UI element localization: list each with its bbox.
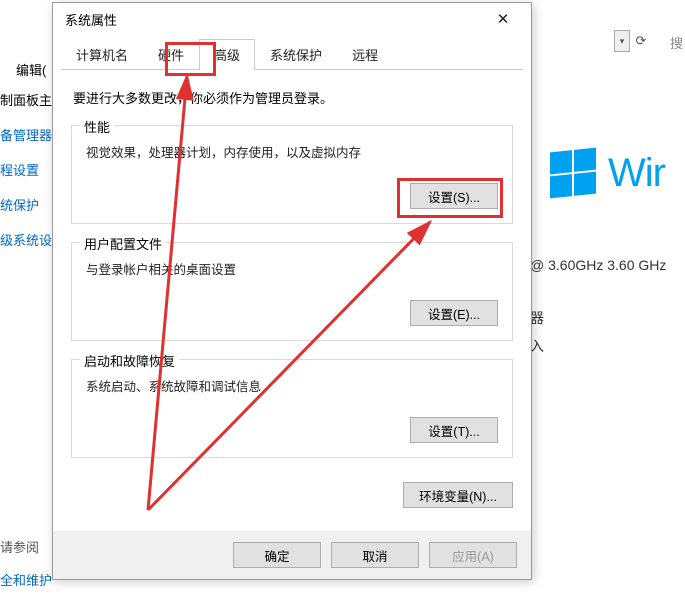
legend-performance: 性能	[80, 117, 114, 136]
sidebar-remote-settings[interactable]: 程设置	[0, 160, 55, 179]
windows-logo-text: Wir	[608, 151, 665, 196]
cpu-frequency: @ 3.60GHz 3.60 GHz	[530, 257, 666, 273]
dialog-titlebar: 系统属性 ✕	[53, 3, 531, 35]
sidebar-system-protection[interactable]: 统保护	[0, 195, 55, 214]
windows-logo: Wir	[550, 150, 665, 196]
desc-startup-recovery: 系统启动、系统故障和调试信息	[86, 376, 498, 395]
env-vars-row: 环境变量(N)...	[53, 482, 531, 516]
label-input: 入	[530, 336, 544, 356]
group-performance: 性能 视觉效果，处理器计划，内存使用，以及虚拟内存 设置(S)...	[71, 125, 513, 224]
settings-user-profiles-button[interactable]: 设置(E)...	[410, 300, 498, 326]
left-sidebar: 制面板主页 备管理器 程设置 统保护 级系统设置	[0, 90, 55, 265]
menu-edit[interactable]: 编辑(	[16, 60, 46, 79]
tab-remote[interactable]: 远程	[337, 39, 393, 70]
admin-notice: 要进行大多数更改，你必须作为管理员登录。	[73, 88, 513, 107]
right-info-pane: Wir @ 3.60GHz 3.60 GHz 器 入	[530, 0, 685, 599]
system-properties-dialog: 系统属性 ✕ 计算机名 硬件 高级 系统保护 远程 要进行大多数更改，你必须作为…	[52, 2, 532, 580]
dialog-title: 系统属性	[65, 10, 483, 29]
sidebar-advanced-settings[interactable]: 级系统设置	[0, 230, 55, 249]
windows-logo-icon	[550, 148, 596, 199]
environment-variables-button[interactable]: 环境变量(N)...	[403, 482, 513, 508]
group-startup-recovery: 启动和故障恢复 系统启动、系统故障和调试信息 设置(T)...	[71, 359, 513, 458]
sidebar-home[interactable]: 制面板主页	[0, 90, 55, 109]
group-user-profiles: 用户配置文件 与登录帐户相关的桌面设置 设置(E)...	[71, 242, 513, 341]
desc-user-profiles: 与登录帐户相关的桌面设置	[86, 259, 498, 278]
cancel-button[interactable]: 取消	[331, 542, 419, 568]
dialog-footer: 确定 取消 应用(A)	[53, 531, 531, 579]
see-also-header: 请参阅	[0, 537, 52, 556]
legend-startup-recovery: 启动和故障恢复	[80, 351, 179, 370]
settings-performance-button[interactable]: 设置(S)...	[410, 183, 498, 209]
see-also-security[interactable]: 全和维护	[0, 570, 52, 589]
desc-performance: 视觉效果，处理器计划，内存使用，以及虚拟内存	[86, 142, 498, 161]
tab-system-protection[interactable]: 系统保护	[255, 39, 337, 70]
sidebar-device-manager[interactable]: 备管理器	[0, 125, 55, 144]
settings-startup-recovery-button[interactable]: 设置(T)...	[410, 417, 498, 443]
dialog-body: 要进行大多数更改，你必须作为管理员登录。 性能 视觉效果，处理器计划，内存使用，…	[53, 70, 531, 482]
see-also-section: 请参阅 全和维护	[0, 523, 52, 589]
legend-user-profiles: 用户配置文件	[80, 234, 166, 253]
label-ram: 器	[530, 308, 544, 328]
tab-advanced[interactable]: 高级	[199, 39, 255, 70]
tab-computer-name[interactable]: 计算机名	[61, 39, 143, 70]
dialog-tabs: 计算机名 硬件 高级 系统保护 远程	[61, 39, 523, 70]
ok-button[interactable]: 确定	[233, 542, 321, 568]
close-icon[interactable]: ✕	[483, 5, 523, 33]
tab-hardware[interactable]: 硬件	[143, 39, 199, 70]
apply-button[interactable]: 应用(A)	[429, 542, 517, 568]
